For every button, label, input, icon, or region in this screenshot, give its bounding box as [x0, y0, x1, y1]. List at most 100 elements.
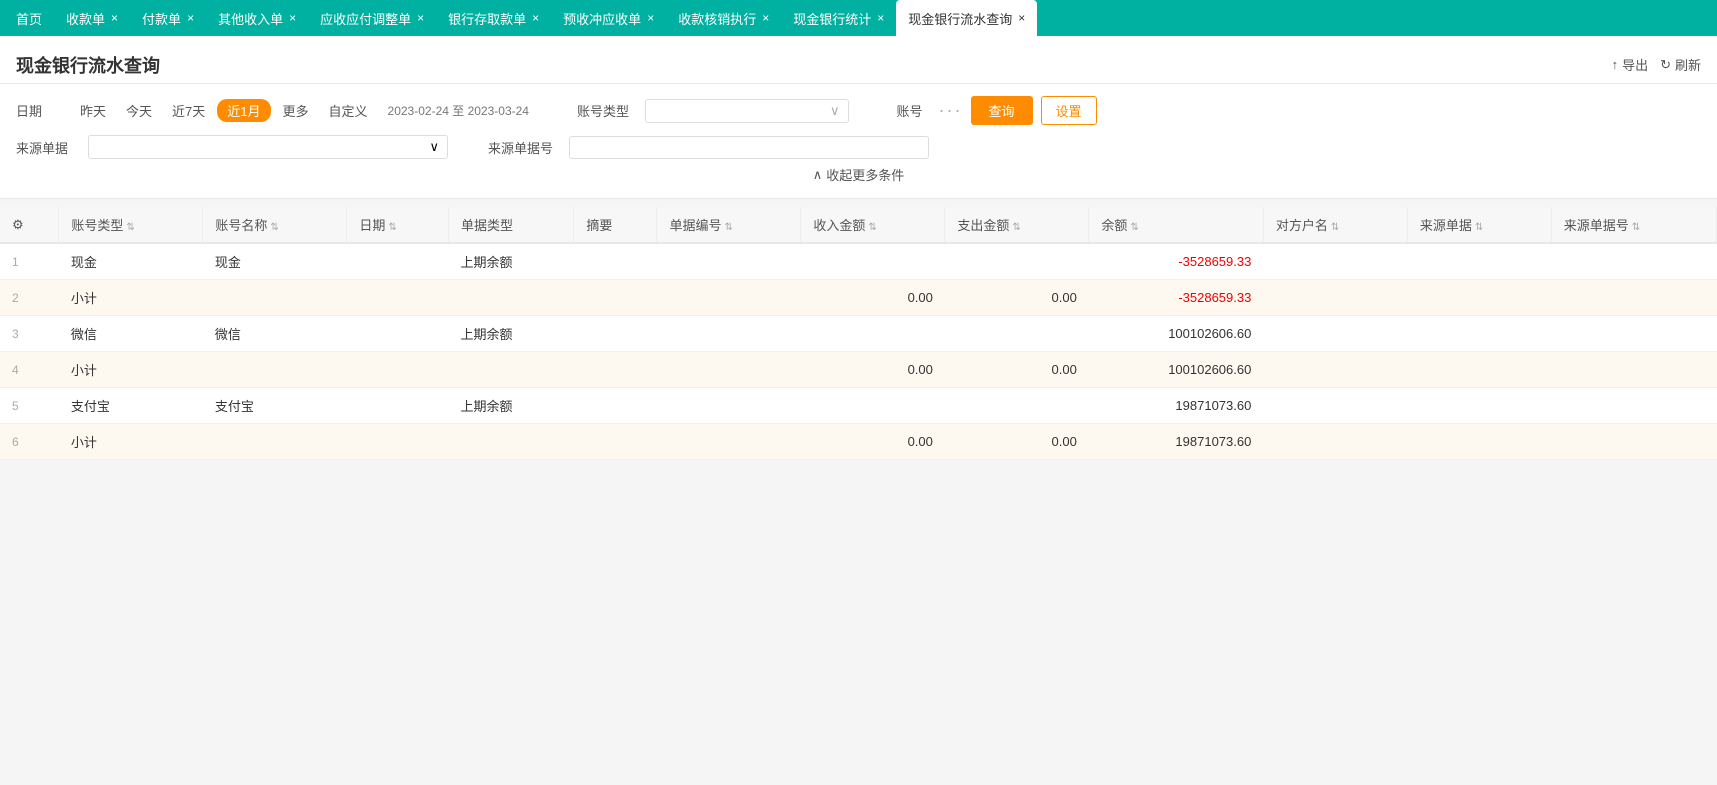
sort-icon-doc_no[interactable]: ⇅ [724, 222, 732, 233]
nav-item-收款单[interactable]: 收款单× [54, 0, 130, 36]
date-option-更多[interactable]: 更多 [275, 99, 317, 122]
col-header-income[interactable]: 收入金额⇅ [801, 207, 945, 243]
sort-icon-income[interactable]: ⇅ [868, 222, 876, 233]
col-header-balance[interactable]: 余额⇅ [1089, 207, 1264, 243]
cell-doc_no [657, 424, 801, 460]
cell-summary [574, 352, 657, 388]
nav-item-收款核销执行[interactable]: 收款核销执行× [666, 0, 781, 36]
cell-doc_no [657, 280, 801, 316]
cell-account_name [203, 424, 347, 460]
account-ellipsis[interactable]: ··· [939, 100, 963, 121]
nav-item-银行存取款单[interactable]: 银行存取款单× [436, 0, 551, 36]
col-header-expense[interactable]: 支出金额⇅ [945, 207, 1089, 243]
date-option-近1月[interactable]: 近1月 [217, 99, 270, 122]
account-type-input[interactable] [654, 103, 830, 118]
col-header-account_name[interactable]: 账号名称⇅ [203, 207, 347, 243]
nav-close-icon[interactable]: × [1018, 11, 1025, 25]
nav-close-icon[interactable]: × [647, 11, 654, 25]
nav-close-icon[interactable]: × [417, 11, 424, 25]
cell-counterpart [1263, 352, 1407, 388]
cell-balance: 100102606.60 [1089, 316, 1264, 352]
export-button[interactable]: ↑ 导出 [1612, 55, 1649, 74]
cell-doc_no [657, 388, 801, 424]
sort-icon-date[interactable]: ⇅ [388, 222, 396, 233]
cell-counterpart [1263, 424, 1407, 460]
col-header-counterpart[interactable]: 对方户名⇅ [1263, 207, 1407, 243]
sort-icon-account_name[interactable]: ⇅ [270, 222, 278, 233]
nav-item-预收冲应收单[interactable]: 预收冲应收单× [551, 0, 666, 36]
nav-close-icon[interactable]: × [877, 11, 884, 25]
page-header: 现金银行流水查询 ↑ 导出 ↻ 刷新 [0, 36, 1717, 84]
gear-icon[interactable]: ⚙ [12, 217, 24, 232]
source-doc-no-input[interactable] [569, 136, 929, 159]
account-type-label: 账号类型 [577, 101, 629, 120]
cell-account_name [203, 352, 347, 388]
cell-income [801, 243, 945, 280]
nav-item-现金银行统计[interactable]: 现金银行统计× [781, 0, 896, 36]
source-doc-input[interactable] [97, 140, 429, 155]
cell-source_doc_no [1551, 424, 1716, 460]
nav-item-现金银行流水查询[interactable]: 现金银行流水查询× [896, 0, 1037, 36]
nav-close-icon[interactable]: × [762, 11, 769, 25]
data-table: ⚙账号类型⇅账号名称⇅日期⇅单据类型摘要单据编号⇅收入金额⇅支出金额⇅余额⇅对方… [0, 207, 1717, 460]
col-header-date[interactable]: 日期⇅ [347, 207, 449, 243]
sort-icon-balance[interactable]: ⇅ [1130, 222, 1138, 233]
date-option-今天[interactable]: 今天 [118, 99, 160, 122]
nav-close-icon[interactable]: × [532, 11, 539, 25]
col-header-source_doc[interactable]: 来源单据⇅ [1407, 207, 1551, 243]
cell-counterpart [1263, 388, 1407, 424]
col-header-account_type[interactable]: 账号类型⇅ [59, 207, 203, 243]
sort-icon-source_doc_no[interactable]: ⇅ [1632, 222, 1640, 233]
account-type-select[interactable]: ∨ [645, 99, 849, 123]
nav-close-icon[interactable]: × [111, 11, 118, 25]
sort-icon-counterpart[interactable]: ⇅ [1331, 222, 1339, 233]
cell-summary [574, 280, 657, 316]
cell-counterpart [1263, 280, 1407, 316]
account-label: 账号 [897, 101, 923, 120]
cell-doc_type: 上期余额 [448, 316, 573, 352]
cell-account_type: 现金 [59, 243, 203, 280]
table-row: 4小计0.000.00100102606.60 [0, 352, 1717, 388]
cell-source_doc [1407, 243, 1551, 280]
source-doc-select[interactable]: ∨ [88, 135, 448, 159]
cell-source_doc_no [1551, 243, 1716, 280]
col-header-source_doc_no[interactable]: 来源单据号⇅ [1551, 207, 1716, 243]
account-type-chevron: ∨ [830, 103, 840, 119]
sort-icon-source_doc[interactable]: ⇅ [1475, 222, 1483, 233]
table-row: 2小计0.000.00-3528659.33 [0, 280, 1717, 316]
date-option-近7天[interactable]: 近7天 [164, 99, 213, 122]
top-nav: 首页收款单×付款单×其他收入单×应收应付调整单×银行存取款单×预收冲应收单×收款… [0, 0, 1717, 36]
collapse-bar[interactable]: ∧ 收起更多条件 [16, 159, 1701, 186]
cell-account_type: 支付宝 [59, 388, 203, 424]
source-doc-chevron: ∨ [429, 139, 439, 155]
sort-icon-expense[interactable]: ⇅ [1012, 222, 1020, 233]
cell-expense [945, 316, 1089, 352]
cell-no: 1 [0, 243, 59, 280]
cell-expense [945, 388, 1089, 424]
nav-close-icon[interactable]: × [187, 11, 194, 25]
header-actions: ↑ 导出 ↻ 刷新 [1612, 55, 1701, 74]
collapse-icon: ∧ [813, 167, 823, 183]
cell-source_doc [1407, 388, 1551, 424]
cell-income: 0.00 [801, 352, 945, 388]
nav-item-付款单[interactable]: 付款单× [130, 0, 206, 36]
refresh-icon: ↻ [1660, 57, 1671, 73]
settings-button[interactable]: 设置 [1041, 96, 1097, 125]
date-option-昨天[interactable]: 昨天 [72, 99, 114, 122]
cell-income [801, 388, 945, 424]
cell-source_doc [1407, 352, 1551, 388]
col-header-doc_no[interactable]: 单据编号⇅ [657, 207, 801, 243]
cell-doc_no [657, 352, 801, 388]
nav-close-icon[interactable]: × [289, 11, 296, 25]
query-button[interactable]: 查询 [971, 96, 1033, 125]
cell-account_name: 支付宝 [203, 388, 347, 424]
nav-item-其他收入单[interactable]: 其他收入单× [206, 0, 308, 36]
cell-date [347, 280, 449, 316]
date-option-自定义[interactable]: 自定义 [321, 99, 376, 122]
refresh-button[interactable]: ↻ 刷新 [1660, 55, 1701, 74]
nav-item-应收应付调整单[interactable]: 应收应付调整单× [308, 0, 436, 36]
nav-item-首页[interactable]: 首页 [4, 0, 54, 36]
date-range: 2023-02-24 至 2023-03-24 [388, 102, 529, 119]
sort-icon-account_type[interactable]: ⇅ [126, 222, 134, 233]
cell-account_name: 微信 [203, 316, 347, 352]
